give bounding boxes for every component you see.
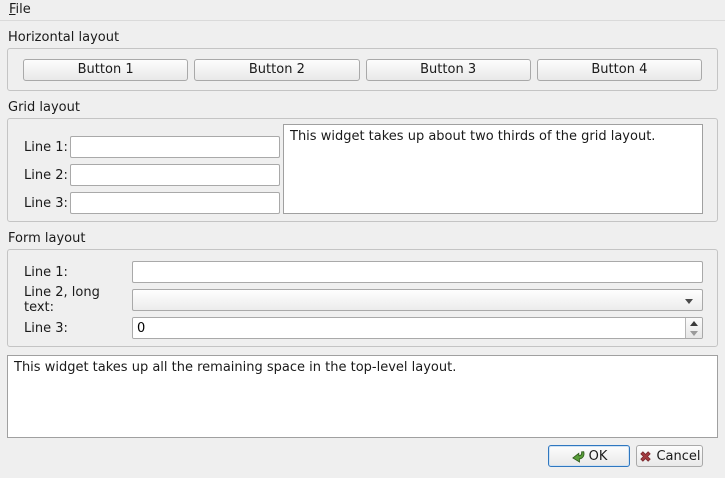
grid-row-1: Line 1: [24, 136, 280, 158]
group-horizontal-layout: Horizontal layout Button 1 Button 2 Butt… [7, 29, 718, 91]
button-1[interactable]: Button 1 [23, 58, 189, 81]
form-line2-combobox[interactable] [132, 289, 703, 311]
form-line3-label: Line 3: [24, 320, 68, 336]
form-line2-label: Line 2, long text: [24, 285, 100, 315]
grid-row-3: Line 3: [24, 192, 280, 214]
form-row-3: Line 3: [24, 317, 703, 339]
group-title-grid: Grid layout [8, 100, 80, 115]
dialog-button-row: OK Cancel [0, 445, 703, 467]
grid-left-column: Line 1: Line 2: Line 3: [24, 124, 280, 214]
cancel-button[interactable]: Cancel [636, 445, 703, 467]
ok-button[interactable]: OK [548, 445, 630, 467]
group-frame-horizontal: Button 1 Button 2 Button 3 Button 4 [7, 48, 718, 91]
spinbox-buttons [685, 318, 702, 338]
grid-line1-input[interactable] [70, 136, 280, 158]
button-4[interactable]: Button 4 [536, 58, 702, 81]
form-row-2: Line 2, long text: [24, 285, 703, 315]
group-frame-form: Line 1: Line 2, long text: Line 3: [7, 249, 718, 347]
group-frame-grid: Line 1: Line 2: Line 3: This widget take… [7, 118, 718, 222]
grid-textedit[interactable]: This widget takes up about two thirds of… [283, 124, 703, 214]
spin-down-button[interactable] [686, 328, 702, 338]
grid-row-2: Line 2: [24, 164, 280, 186]
grid-line1-label: Line 1: [24, 139, 68, 155]
grid-line3-label: Line 3: [24, 195, 68, 211]
cancel-x-icon [638, 449, 653, 464]
button-3[interactable]: Button 3 [365, 58, 531, 81]
form-line1-label: Line 1: [24, 264, 68, 280]
group-title-form: Form layout [8, 231, 86, 246]
group-form-layout: Form layout Line 1: Line 2, long text: L… [7, 230, 718, 347]
cancel-button-label: Cancel [656, 448, 701, 464]
triangle-up-icon [690, 320, 698, 326]
ok-button-label: OK [588, 448, 608, 464]
grid-line3-input[interactable] [70, 192, 280, 214]
triangle-down-icon [690, 330, 698, 336]
spin-up-button[interactable] [686, 318, 702, 328]
menubar: File [0, 0, 725, 21]
chevron-down-icon [685, 299, 693, 304]
grid-line2-input[interactable] [70, 164, 280, 186]
form-row-1: Line 1: [24, 261, 703, 283]
grid-line2-label: Line 2: [24, 167, 68, 183]
menu-file[interactable]: File [2, 0, 38, 20]
group-title-horizontal: Horizontal layout [8, 30, 120, 45]
form-line1-input[interactable] [132, 261, 703, 283]
group-grid-layout: Grid layout Line 1: Line 2: Line 3: This… [7, 99, 718, 222]
form-line3-spinbox[interactable] [132, 317, 703, 339]
button-2[interactable]: Button 2 [194, 58, 360, 81]
bottom-textedit[interactable]: This widget takes up all the remaining s… [7, 355, 718, 438]
ok-arrow-icon [571, 449, 586, 464]
spinbox-input[interactable] [133, 318, 685, 338]
